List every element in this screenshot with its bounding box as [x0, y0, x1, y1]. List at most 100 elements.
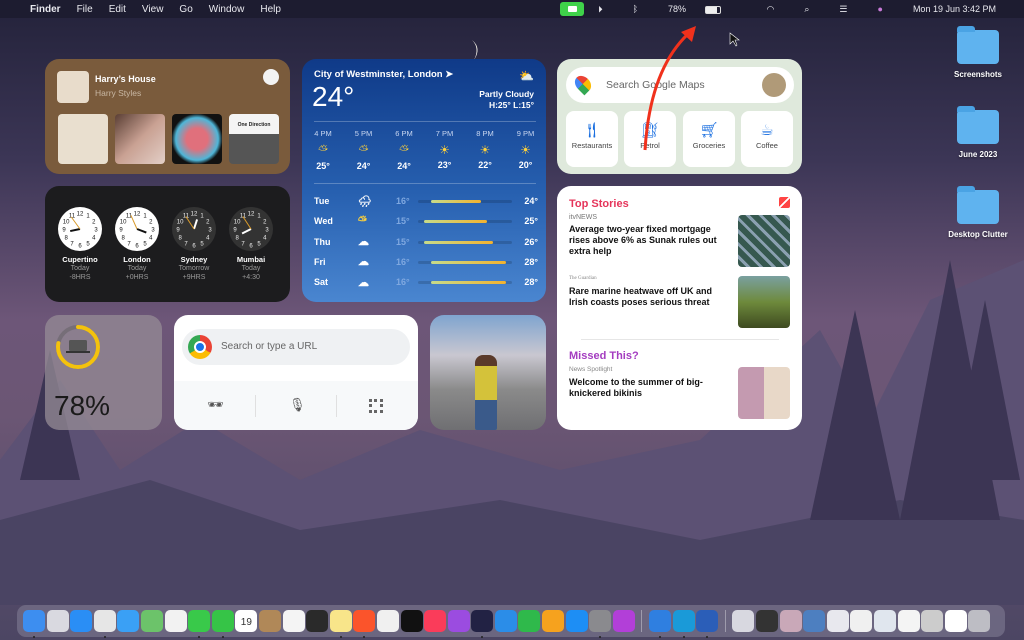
dock-feedback-icon[interactable] — [612, 610, 635, 632]
svg-text:3: 3 — [208, 228, 212, 234]
folder-june-2023[interactable]: June 2023 — [945, 106, 1011, 159]
tile-restaurants[interactable]: 🍴︎ Restaurants — [566, 111, 618, 167]
headline-heatwave[interactable]: Rare marine heatwave off UK and Irish co… — [569, 286, 729, 308]
photo-widget[interactable] — [430, 315, 546, 430]
chrome-search-bar[interactable]: Search or type a URL — [182, 329, 410, 365]
incognito-icon[interactable]: 🕶︎ — [207, 397, 224, 413]
dock-screen-icon[interactable] — [306, 610, 329, 632]
dock-weather-icon[interactable] — [649, 610, 672, 638]
dock-freeform-icon[interactable] — [376, 610, 399, 632]
menu-edit[interactable]: Edit — [109, 4, 126, 15]
dock-launchpad-icon[interactable] — [46, 610, 69, 632]
dock-calendar-icon[interactable]: 19 — [235, 610, 258, 632]
dock-music-icon[interactable] — [424, 610, 447, 632]
dock-doc4-icon[interactable] — [803, 610, 826, 632]
menu-help[interactable]: Help — [260, 4, 281, 15]
menu-go[interactable]: Go — [179, 4, 192, 15]
dock-doc2-icon[interactable] — [756, 610, 778, 632]
svg-text:5: 5 — [86, 241, 90, 247]
dock-facetime-icon[interactable] — [211, 610, 234, 638]
album-one-direction[interactable]: One Direction — [229, 114, 279, 164]
album-harrys-house[interactable] — [58, 114, 108, 164]
dock-trash-icon[interactable] — [968, 610, 991, 632]
menu-window[interactable]: Window — [209, 4, 245, 15]
svg-text:1: 1 — [143, 214, 147, 220]
maps-search-bar[interactable]: Search Google Maps — [566, 67, 794, 103]
tile-groceries[interactable]: 🛒︎ Groceries — [683, 111, 735, 167]
dock-maps-icon[interactable] — [140, 610, 163, 632]
thumbnail-bikinis[interactable] — [738, 367, 790, 419]
dock-finder-icon[interactable] — [23, 610, 45, 638]
svg-text:10: 10 — [177, 220, 184, 226]
dock-doc5-icon[interactable] — [826, 610, 849, 632]
dock-notes-icon[interactable] — [329, 610, 352, 638]
headline-bikinis[interactable]: Welcome to the summer of big-knickered b… — [569, 377, 719, 399]
dock-messages-icon[interactable] — [188, 610, 211, 638]
dock-system-settings-icon[interactable] — [589, 610, 612, 638]
dock-doc8-icon[interactable] — [897, 610, 920, 632]
control-center-icon[interactable]: ☰ — [839, 4, 847, 15]
album-fine-line[interactable] — [115, 114, 165, 164]
weather-widget[interactable]: City of Westminster, London ➤ 24° ⛅ Part… — [302, 59, 546, 302]
tile-label: Petrol — [640, 141, 660, 150]
dock-doc1-icon[interactable] — [732, 610, 755, 632]
clock-cupertino[interactable]: 1 2 3 4 5 6 7 8 9 10 11 12 Cupertino Today -8HRS — [58, 207, 102, 282]
world-clock-widget[interactable]: 1 2 3 4 5 6 7 8 9 10 11 12 Cupertino Today -8HRS 1 2 3 4 5 6… — [45, 186, 290, 302]
battery-status[interactable]: 78% — [668, 4, 737, 14]
dock-photos-icon[interactable] — [164, 610, 187, 632]
microphone-icon[interactable]: 🎙︎ — [289, 397, 306, 413]
album-harry-styles[interactable] — [172, 114, 222, 164]
clock-sydney[interactable]: 123456789101112SydneyTomorrow+9HRS — [172, 207, 216, 282]
menu-view[interactable]: View — [142, 4, 164, 15]
play-icon[interactable]: ⏵ — [598, 4, 603, 15]
thumbnail-seagrass[interactable] — [738, 276, 790, 328]
bluetooth-icon[interactable]: ᛒ — [633, 4, 638, 14]
clock-london[interactable]: 1 2 3 4 5 6 7 8 9 10 11 12 London Today +0HRS — [115, 207, 159, 282]
wifi-icon[interactable]: ◠ — [767, 4, 775, 15]
dock-intellij-icon[interactable] — [471, 610, 494, 638]
dock-doc9-icon[interactable] — [921, 610, 944, 632]
spotlight-search-icon[interactable]: ⌕ — [804, 4, 809, 15]
siri-icon[interactable]: ● — [878, 4, 883, 14]
thumbnail-houses[interactable] — [738, 215, 790, 267]
battery-widget[interactable]: 78% — [45, 315, 162, 430]
dock-numbers-icon[interactable] — [518, 610, 541, 632]
dock-chrome-icon[interactable] — [93, 610, 116, 638]
dock-doc6-icon[interactable] — [850, 610, 873, 632]
dock-podcasts-icon[interactable] — [447, 610, 470, 632]
partly-cloudy-icon: ⛅︎ — [318, 143, 328, 157]
dock-doc10-icon[interactable] — [944, 610, 967, 632]
dock-contacts-icon[interactable] — [258, 610, 281, 632]
high-temp: 25° — [524, 216, 538, 227]
menu-app-name[interactable]: Finder — [30, 4, 61, 15]
tile-petrol[interactable]: ⛽︎ Petrol — [624, 111, 676, 167]
camera-in-use-icon[interactable] — [560, 2, 585, 16]
datetime[interactable]: Mon 19 Jun 3:42 PM — [913, 4, 996, 14]
high-low: H:25° L:15° — [488, 100, 534, 110]
clock-mumbai[interactable]: 123456789101112MumbaiToday+4:30 — [229, 207, 273, 282]
menu-file[interactable]: File — [77, 4, 93, 15]
dock-mail-icon[interactable] — [117, 610, 140, 632]
chrome-widget[interactable]: Search or type a URL 🕶︎ 🎙︎ — [174, 315, 418, 430]
tile-coffee[interactable]: ☕︎ Coffee — [741, 111, 793, 167]
dock-doc3-icon[interactable] — [779, 610, 802, 632]
headline-mortgage[interactable]: Average two-year fixed mortgage rises ab… — [569, 224, 729, 257]
avatar[interactable] — [762, 73, 786, 97]
folder-desktop-clutter[interactable]: Desktop Clutter — [945, 186, 1011, 239]
dock-doc7-icon[interactable] — [873, 610, 896, 632]
dock-apple-tv-icon[interactable] — [400, 610, 423, 632]
qr-code-icon[interactable] — [369, 399, 383, 413]
folder-screenshots[interactable]: Screenshots — [945, 26, 1011, 79]
dock-keynote-icon[interactable] — [494, 610, 517, 632]
dock-reminders-icon[interactable] — [282, 610, 305, 632]
dock-app-store-icon[interactable] — [565, 610, 588, 632]
dock-brave-icon[interactable] — [353, 610, 376, 638]
google-maps-widget[interactable]: Search Google Maps 🍴︎ Restaurants ⛽︎ Petro… — [557, 59, 802, 174]
dock-safari-icon[interactable] — [70, 610, 93, 632]
dock-word-icon[interactable] — [696, 610, 719, 638]
spotify-icon[interactable] — [263, 69, 279, 85]
spotify-widget[interactable]: Harry’s House Harry Styles One Direction — [45, 59, 290, 174]
apple-news-widget[interactable]: Top Stories itvNEWS Average two-year fix… — [557, 186, 802, 430]
dock-edge-icon[interactable] — [672, 610, 695, 638]
dock-pages-icon[interactable] — [542, 610, 565, 632]
